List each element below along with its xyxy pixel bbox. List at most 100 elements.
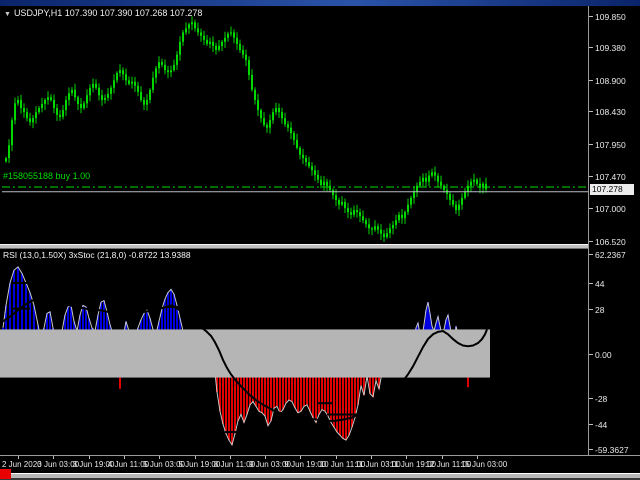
candle-body (371, 228, 373, 230)
candle-body (47, 97, 49, 100)
candle-body (194, 22, 196, 29)
candle-body (203, 35, 205, 40)
candle-body (386, 233, 388, 238)
candle-body (470, 181, 472, 186)
candle-body (167, 70, 169, 73)
candle-body (101, 95, 103, 100)
candle-body (200, 32, 202, 36)
indicator-level-label: -28 (588, 394, 608, 405)
candle-body (83, 103, 85, 109)
price-axis-label: 108.430 (589, 107, 626, 118)
candle-body (149, 89, 151, 100)
candle-body (128, 80, 130, 84)
candle-body (26, 112, 28, 119)
candle-body (170, 70, 172, 73)
time-axis-tick (88, 456, 90, 459)
candle-body (239, 43, 241, 50)
price-axis-label: 106.520 (589, 236, 626, 247)
time-axis[interactable]: 2 Jun 2020 3 Jun 03:00 3 Jun 19:00 4 Jun 11… (0, 455, 640, 473)
candle-body (242, 49, 244, 55)
chart-title-text: USDJPY,H1 107.390 107.390 107.268 107.27… (13, 8, 203, 18)
candle-body (218, 45, 220, 50)
candle-body (8, 145, 10, 159)
candle-body (419, 181, 421, 186)
candle-body (296, 139, 298, 148)
candle-body (275, 108, 277, 113)
candle-body (260, 110, 262, 119)
candle-body (107, 93, 109, 98)
open-order-label: #158055188 buy 1.00 (3, 171, 91, 181)
candle-body (245, 54, 247, 61)
candle-body (95, 83, 97, 88)
candle-body (359, 212, 361, 217)
candle-body (353, 210, 355, 215)
candle-body (341, 201, 343, 205)
candle-body (347, 208, 349, 213)
indicator-level-label: -44 (588, 420, 608, 431)
candle-body (254, 89, 256, 100)
symbol-dropdown-icon[interactable]: ▼ (4, 11, 11, 18)
candle-body (437, 175, 439, 182)
candle-body (38, 108, 40, 113)
candle-body (404, 212, 406, 219)
window-bottom-border (0, 473, 640, 480)
candle-body (284, 118, 286, 125)
candle-body (380, 229, 382, 234)
candle-body (443, 185, 445, 190)
candle-body (212, 41, 214, 46)
time-axis-tick (476, 456, 478, 459)
candle-body (314, 170, 316, 175)
candle-body (137, 85, 139, 92)
candle-body (80, 104, 82, 109)
candle-body (215, 45, 217, 50)
record-corner-marker (0, 469, 11, 479)
candle-body (224, 37, 226, 42)
time-axis-tick (265, 456, 267, 459)
candle-body (14, 103, 16, 121)
candle-body (395, 220, 397, 225)
candle-body (332, 189, 334, 196)
candle-body (407, 204, 409, 213)
price-axis-label: 108.900 (589, 75, 626, 86)
candle-body (368, 224, 370, 229)
candle-body (365, 220, 367, 225)
price-axis-label: 107.000 (589, 204, 626, 215)
indicator-label: RSI (13,0,1.50X) 3xStoc (21,8,0) -0.8722… (3, 250, 191, 260)
price-axis-label: 109.380 (589, 43, 626, 54)
candle-body (197, 28, 199, 33)
candle-body (221, 41, 223, 46)
price-chart-pane[interactable] (0, 6, 588, 244)
candle-body (176, 54, 178, 65)
time-axis-tick (229, 456, 231, 459)
indicator-canvas[interactable] (0, 249, 588, 455)
price-axis[interactable]: 107.278 109.850 109.380 108.900 108.430 107.… (588, 6, 640, 455)
candle-body (35, 112, 37, 119)
candle-body (464, 191, 466, 198)
candle-body (62, 110, 64, 117)
candle-body (110, 87, 112, 94)
price-chart-canvas[interactable] (0, 6, 588, 244)
candle-body (308, 162, 310, 167)
candle-body (74, 89, 76, 98)
candle-body (428, 175, 430, 182)
candle-body (458, 204, 460, 211)
candle-body (11, 120, 13, 146)
candle-body (140, 91, 142, 100)
indicator-pane[interactable] (0, 249, 588, 455)
candle-body (461, 197, 463, 205)
candle-body (155, 68, 157, 78)
candle-body (398, 214, 400, 221)
time-axis-label: 15 Jun 03:00 (460, 460, 508, 469)
indicator-level-label: 44 (588, 278, 605, 289)
candle-body (326, 181, 328, 186)
candle-body (272, 112, 274, 121)
candle-body (281, 112, 283, 119)
candle-body (377, 226, 379, 230)
candle-body (44, 99, 46, 105)
time-axis-tick (194, 456, 196, 459)
time-axis-tick (123, 456, 125, 459)
candle-body (5, 158, 7, 162)
candle-body (305, 158, 307, 163)
candle-body (431, 172, 433, 176)
candle-body (476, 179, 478, 184)
